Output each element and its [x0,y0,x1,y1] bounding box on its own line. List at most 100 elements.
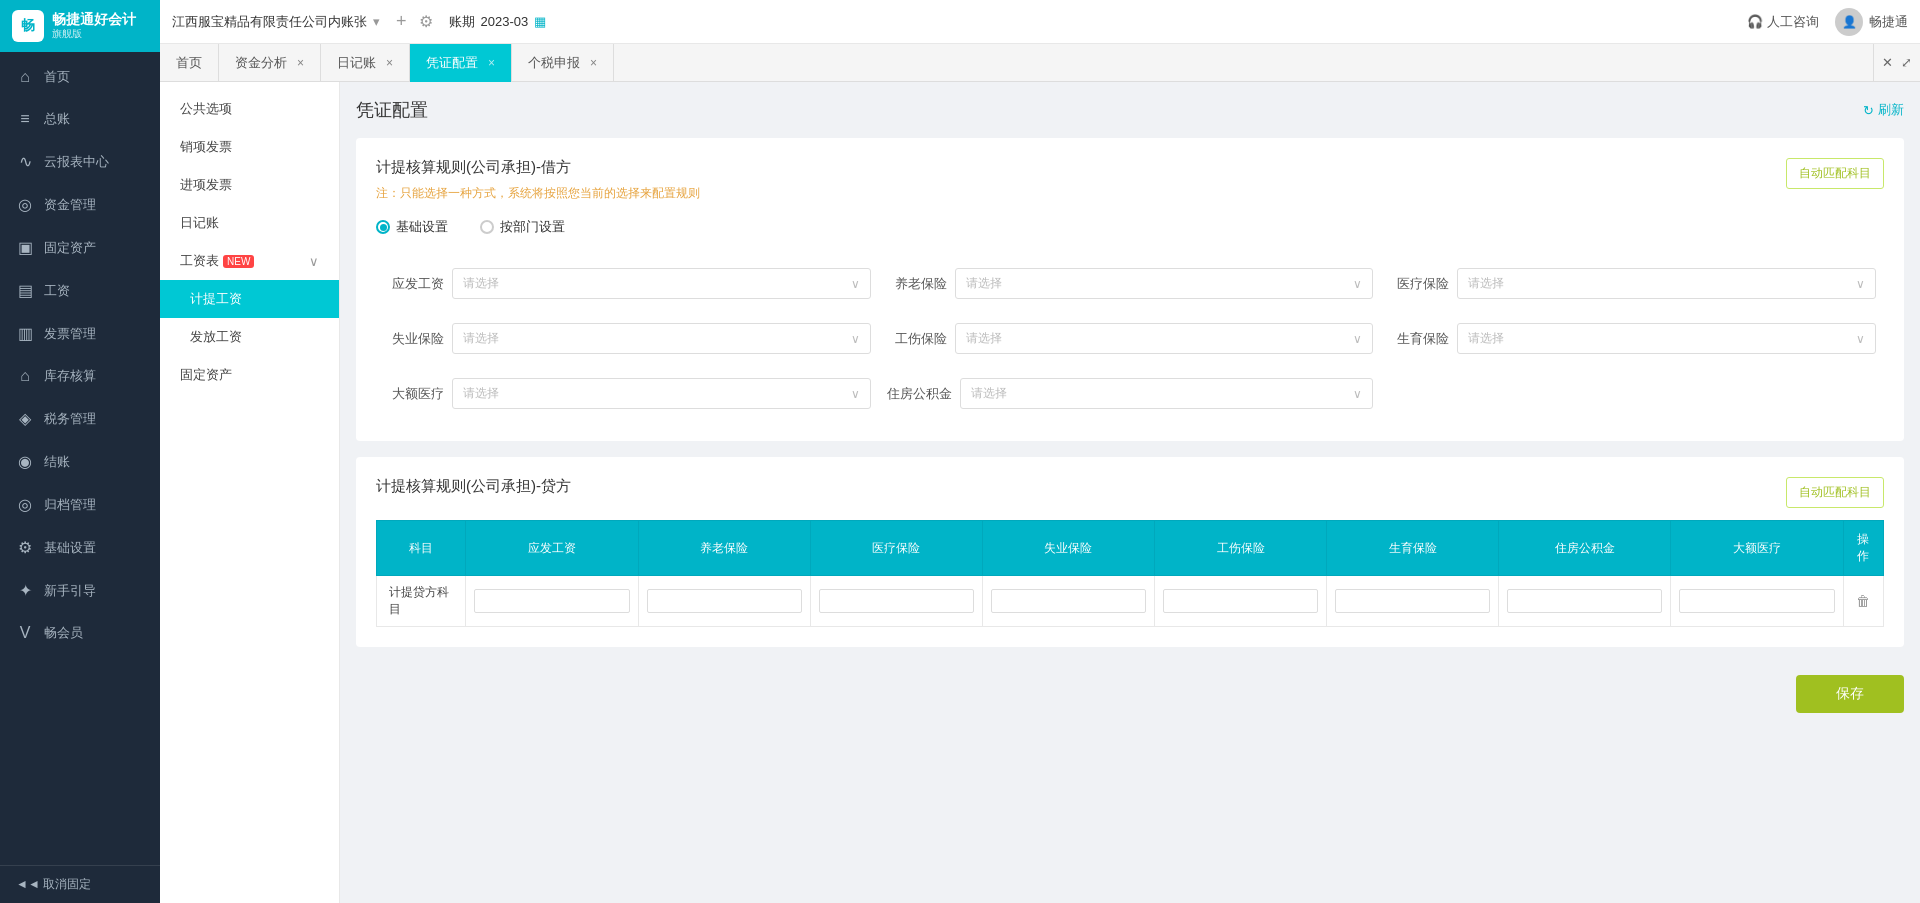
select-daeliao-chevron: ∨ [851,387,860,401]
inventory-icon: ⌂ [16,367,34,385]
sidebar-unpin[interactable]: ◄◄ 取消固定 [0,865,160,903]
sidebar-label-ledger: 总账 [44,110,70,128]
left-menu-calc-salary[interactable]: 计提工资 [160,280,339,318]
sidebar-item-home[interactable]: ⌂ 首页 [0,56,160,98]
salary-group-chevron: ∨ [309,254,319,269]
calendar-icon[interactable]: ▦ [534,14,546,29]
left-menu-sales[interactable]: 销项发票 [160,128,339,166]
input-yanglao[interactable] [647,589,802,613]
tab-finance[interactable]: 资金分析 × [219,44,321,82]
label-yifagongzi: 应发工资 [384,275,444,293]
save-button[interactable]: 保存 [1796,675,1904,713]
tab-journal[interactable]: 日记账 × [321,44,410,82]
select-yanglao[interactable]: 请选择 ∨ [955,268,1374,299]
salary-icon: ▤ [16,281,34,300]
left-menu-public[interactable]: 公共选项 [160,90,339,128]
tab-tax-report[interactable]: 个税申报 × [512,44,614,82]
maximize-icon[interactable]: ⤢ [1901,55,1912,70]
left-menu-journal[interactable]: 日记账 [160,204,339,242]
select-yanglao-placeholder: 请选择 [966,275,1002,292]
radio-group: 基础设置 按部门设置 [376,218,1884,236]
credit-table-head: 科目 应发工资 养老保险 医疗保险 失业保险 工伤保险 生育保险 住房公积金 大… [377,521,1884,576]
col-header-yiliao: 医疗保险 [810,521,982,576]
sidebar-label-reports: 云报表中心 [44,153,109,171]
tab-voucher-close[interactable]: × [488,56,495,70]
user-menu[interactable]: 👤 畅捷通 [1835,8,1908,36]
left-menu-salary-group: 工资表 NEW ∨ 计提工资 发放工资 [160,242,339,356]
close-window-icon[interactable]: ✕ [1882,55,1893,70]
debit-section-title: 计提核算规则(公司承担)-借方 [376,158,700,177]
radio-basic[interactable]: 基础设置 [376,218,448,236]
tab-journal-close[interactable]: × [386,56,393,70]
period-value: 2023-03 [481,14,529,29]
refresh-label: 刷新 [1878,101,1904,119]
select-shiye[interactable]: 请选择 ∨ [452,323,871,354]
sidebar-item-member[interactable]: V 畅会员 [0,612,160,654]
col-header-yifagongzi: 应发工资 [466,521,638,576]
select-daeliao[interactable]: 请选择 ∨ [452,378,871,409]
radio-department[interactable]: 按部门设置 [480,218,565,236]
topbar-settings-button[interactable]: ⚙ [419,12,433,31]
sidebar-item-settings[interactable]: ⚙ 基础设置 [0,526,160,569]
select-yiliao[interactable]: 请选择 ∨ [1457,268,1876,299]
tab-voucher-config[interactable]: 凭证配置 × [410,44,512,82]
select-shengyu-chevron: ∨ [1856,332,1865,346]
form-cell-shengyu: 生育保险 请选择 ∨ [1381,311,1884,366]
left-menu-purchase[interactable]: 进项发票 [160,166,339,204]
sidebar-label-assets: 固定资产 [44,239,96,257]
select-shiye-placeholder: 请选择 [463,330,499,347]
sidebar-item-guide[interactable]: ✦ 新手引导 [0,569,160,612]
sidebar-item-inventory[interactable]: ⌂ 库存核算 [0,355,160,397]
sidebar-label-tax: 税务管理 [44,410,96,428]
select-shengyu[interactable]: 请选择 ∨ [1457,323,1876,354]
tab-tax-label: 个税申报 [528,54,580,72]
left-menu-fixed-assets[interactable]: 固定资产 [160,356,339,394]
add-tab-button[interactable]: + [396,11,407,32]
refresh-icon: ↻ [1863,103,1874,118]
cell-yanglao [638,576,810,627]
input-daeliao[interactable] [1679,589,1834,613]
sidebar-label-finance: 资金管理 [44,196,96,214]
debit-auto-match-button[interactable]: 自动匹配科目 [1786,158,1884,189]
home-icon: ⌂ [16,68,34,86]
sidebar-item-invoice[interactable]: ▥ 发票管理 [0,312,160,355]
sidebar-item-close[interactable]: ◉ 结账 [0,440,160,483]
input-gongjijin[interactable] [1507,589,1662,613]
sidebar-label-invoice: 发票管理 [44,325,96,343]
sidebar-label-archive: 归档管理 [44,496,96,514]
service-button[interactable]: 🎧 人工咨询 [1747,13,1819,31]
refresh-button[interactable]: ↻ 刷新 [1863,101,1904,119]
guide-icon: ✦ [16,581,34,600]
left-menu-pay-salary[interactable]: 发放工资 [160,318,339,356]
input-yiliao[interactable] [819,589,974,613]
credit-auto-match-button[interactable]: 自动匹配科目 [1786,477,1884,508]
input-shengyu[interactable] [1335,589,1490,613]
input-shiye[interactable] [991,589,1146,613]
sidebar-item-salary[interactable]: ▤ 工资 [0,269,160,312]
tab-home[interactable]: 首页 [160,44,219,82]
left-menu-salary-header[interactable]: 工资表 NEW ∨ [160,242,339,280]
tab-voucher-label: 凭证配置 [426,54,478,72]
sidebar-item-tax[interactable]: ◈ 税务管理 [0,397,160,440]
sidebar-item-archive[interactable]: ◎ 归档管理 [0,483,160,526]
delete-row-button[interactable]: 🗑 [1856,593,1870,609]
label-shengyu: 生育保险 [1389,330,1449,348]
select-gongshang[interactable]: 请选择 ∨ [955,323,1374,354]
select-gongjijin[interactable]: 请选择 ∨ [960,378,1374,409]
company-selector[interactable]: 江西服宝精品有限责任公司内账张 ▾ [172,13,380,31]
select-gongjijin-placeholder: 请选择 [971,385,1007,402]
select-yifagongzi[interactable]: 请选择 ∨ [452,268,871,299]
sidebar-item-ledger[interactable]: ≡ 总账 [0,98,160,140]
main-area: 江西服宝精品有限责任公司内账张 ▾ + ⚙ 账期 2023-03 ▦ 🎧 人工咨… [160,0,1920,903]
tab-finance-close[interactable]: × [297,56,304,70]
sidebar-item-assets[interactable]: ▣ 固定资产 [0,226,160,269]
tax-icon: ◈ [16,409,34,428]
logo-title: 畅捷通好会计 [52,11,136,28]
tab-tax-close[interactable]: × [590,56,597,70]
sidebar-item-finance[interactable]: ◎ 资金管理 [0,183,160,226]
form-cell-shiye: 失业保险 请选择 ∨ [376,311,879,366]
input-gongshang[interactable] [1163,589,1318,613]
radio-basic-circle [376,220,390,234]
input-yifagongzi[interactable] [474,589,629,613]
sidebar-item-reports[interactable]: ∿ 云报表中心 [0,140,160,183]
